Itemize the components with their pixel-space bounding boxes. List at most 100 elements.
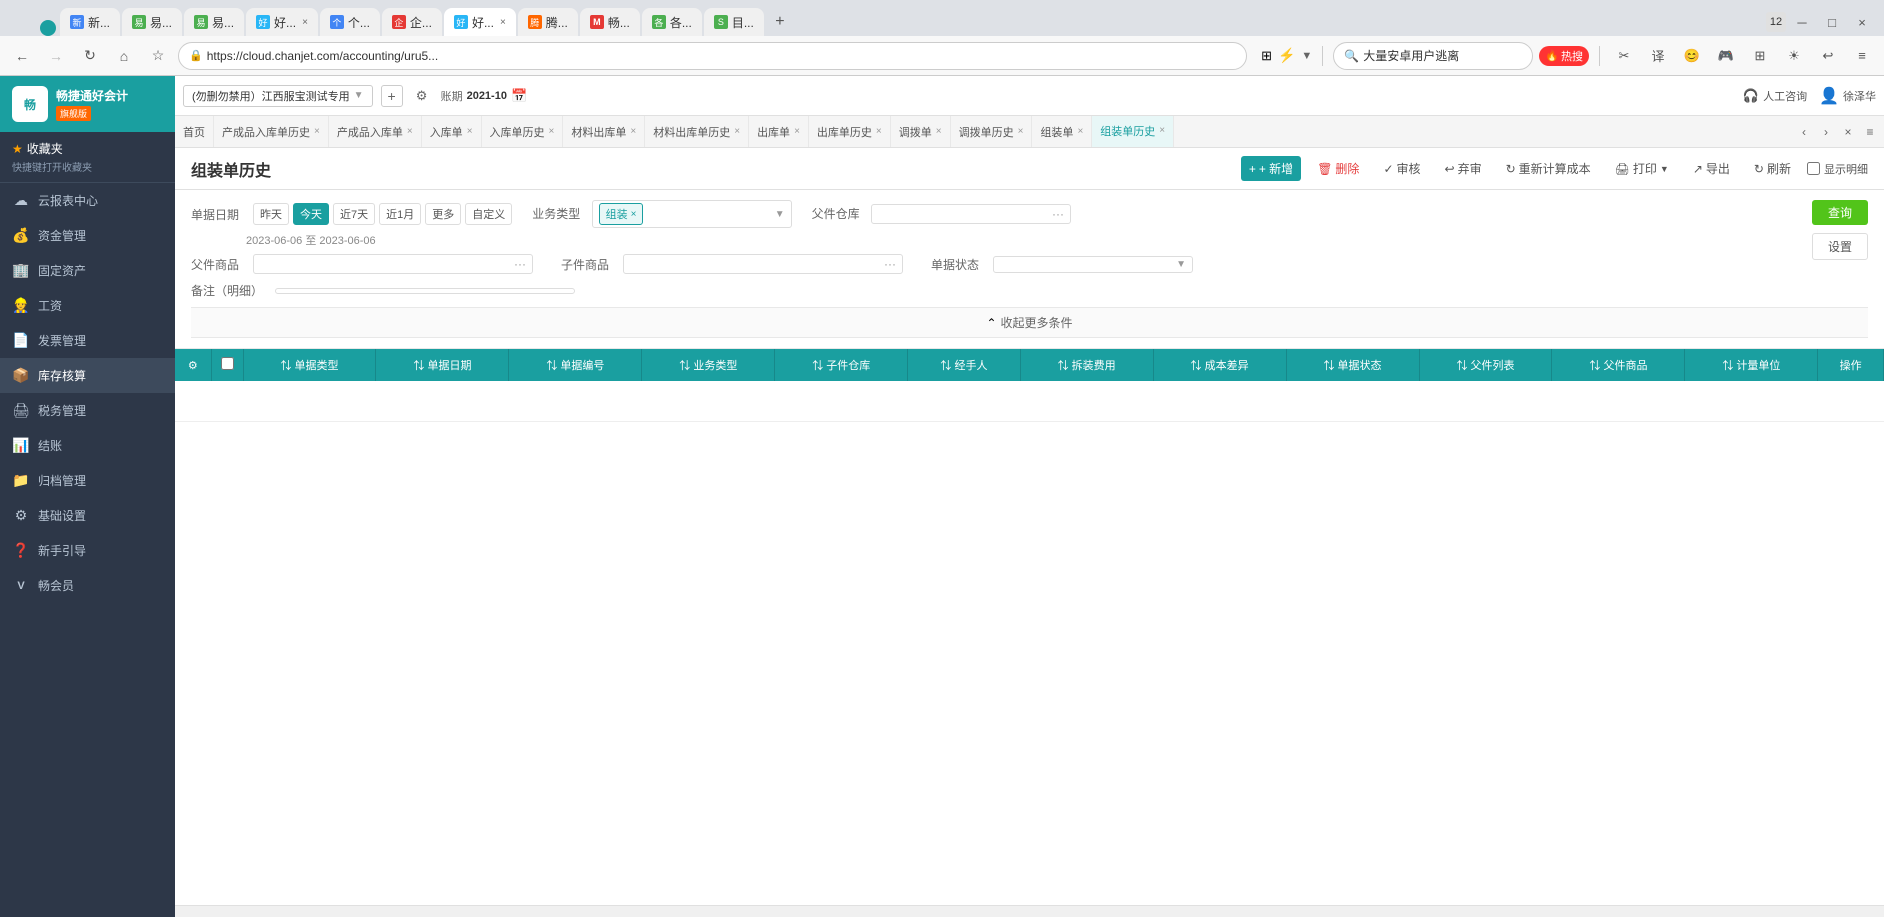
refresh-page-button[interactable]: ↻ 刷新 bbox=[1746, 156, 1799, 181]
tab-product-inbound[interactable]: 产成品入库单 × bbox=[329, 116, 422, 148]
tab-close-all[interactable]: × bbox=[1838, 122, 1858, 142]
th-child-warehouse[interactable]: ⇅ 子件仓库 bbox=[775, 349, 908, 381]
scissors-icon[interactable]: ✂ bbox=[1610, 42, 1638, 70]
add-button[interactable]: + + 新增 bbox=[1241, 156, 1301, 181]
tab-inbound[interactable]: 入库单 × bbox=[422, 116, 482, 148]
browser-tab-5[interactable]: 个 个... bbox=[320, 8, 380, 36]
abandon-button[interactable]: ↩ 弃审 bbox=[1437, 156, 1490, 181]
display-toggle-checkbox[interactable] bbox=[1807, 162, 1820, 175]
th-order-no[interactable]: ⇅ 单据编号 bbox=[509, 349, 642, 381]
business-type-dropdown-icon[interactable]: ▼ bbox=[775, 209, 785, 220]
tab-product-inbound-history[interactable]: 产成品入库单历史 × bbox=[214, 116, 329, 148]
sidebar-item-cloud-report[interactable]: ☁ 云报表中心 bbox=[0, 183, 175, 218]
sidebar-item-member[interactable]: V 畅会员 bbox=[0, 568, 175, 603]
th-checkbox[interactable] bbox=[211, 349, 243, 381]
tab-assembly-history[interactable]: 组装单历史 × bbox=[1092, 116, 1174, 148]
business-type-tag-close[interactable]: × bbox=[631, 209, 637, 220]
tab-close-material-outbound[interactable]: × bbox=[630, 126, 636, 137]
tab-outbound-history[interactable]: 出库单历史 × bbox=[809, 116, 891, 148]
sidebar-item-tax[interactable]: 🖨 税务管理 bbox=[0, 393, 175, 428]
menu-icon[interactable]: ≡ bbox=[1848, 42, 1876, 70]
browser-tab-1[interactable]: 新 新... bbox=[60, 8, 120, 36]
tab-close-assembly[interactable]: × bbox=[1077, 126, 1083, 137]
new-tab-button[interactable]: + bbox=[766, 8, 794, 36]
sidebar-item-closing[interactable]: 📊 结账 bbox=[0, 428, 175, 463]
tab-close-assembly-history[interactable]: × bbox=[1159, 125, 1165, 136]
th-order-status[interactable]: ⇅ 单据状态 bbox=[1286, 349, 1419, 381]
sidebar-item-fund[interactable]: 💰 资金管理 bbox=[0, 218, 175, 253]
browser-apps-button[interactable]: ⊞ bbox=[1261, 48, 1272, 64]
filter-settings-button[interactable]: 设置 bbox=[1812, 233, 1868, 260]
review-button[interactable]: ✓ 审核 bbox=[1375, 156, 1428, 181]
close-window-button[interactable]: × bbox=[1848, 8, 1876, 36]
forward-button[interactable]: → bbox=[42, 42, 70, 70]
grid-icon[interactable]: ⊞ bbox=[1746, 42, 1774, 70]
browser-tab-9[interactable]: M 畅... bbox=[580, 8, 640, 36]
browser-tab-2[interactable]: 易 易... bbox=[122, 8, 182, 36]
translate-icon[interactable]: 译 bbox=[1644, 42, 1672, 70]
address-bar[interactable]: 🔒 https://cloud.chanjet.com/accounting/u… bbox=[178, 42, 1247, 70]
dropdown-arrow[interactable]: ▼ bbox=[1301, 50, 1312, 62]
company-selector[interactable]: (勿删勿禁用）江西服宝测试专用 ▼ bbox=[183, 85, 373, 107]
th-order-type[interactable]: ⇅ 单据类型 bbox=[243, 349, 376, 381]
export-button[interactable]: ↗ 导出 bbox=[1685, 156, 1738, 181]
tab-assembly[interactable]: 组装单 × bbox=[1032, 116, 1092, 148]
sidebar-item-payroll[interactable]: 👷 工资 bbox=[0, 288, 175, 323]
undo-icon[interactable]: ↩ bbox=[1814, 42, 1842, 70]
date-btn-custom[interactable]: 自定义 bbox=[465, 203, 512, 225]
tab-close-outbound-history[interactable]: × bbox=[876, 126, 882, 137]
emoji-icon[interactable]: 😊 bbox=[1678, 42, 1706, 70]
parent-warehouse-more[interactable]: ··· bbox=[1052, 207, 1064, 221]
order-status-filter[interactable]: ▼ bbox=[993, 256, 1193, 273]
select-all-checkbox[interactable] bbox=[221, 357, 234, 370]
sidebar-collection[interactable]: ★ 收藏夹 快捷键打开收藏夹 bbox=[0, 132, 175, 183]
support-button[interactable]: 🎧 人工咨询 bbox=[1743, 88, 1807, 104]
bookmark-button[interactable]: ☆ bbox=[144, 42, 172, 70]
browser-tab-10[interactable]: 各 各... bbox=[642, 8, 702, 36]
minimize-button[interactable]: ─ bbox=[1788, 8, 1816, 36]
tab-close-inbound[interactable]: × bbox=[467, 126, 473, 137]
company-settings-icon[interactable]: ⚙ bbox=[411, 85, 433, 107]
game-icon[interactable]: 🎮 bbox=[1712, 42, 1740, 70]
sidebar-item-settings[interactable]: ⚙ 基础设置 bbox=[0, 498, 175, 533]
th-disassembly-fee[interactable]: ⇅ 拆装费用 bbox=[1020, 349, 1153, 381]
tab-close-material-outbound-history[interactable]: × bbox=[734, 126, 740, 137]
sidebar-item-fixed-assets[interactable]: 🏢 固定资产 bbox=[0, 253, 175, 288]
tab-close-product-inbound[interactable]: × bbox=[407, 126, 413, 137]
tab-material-outbound-history[interactable]: 材料出库单历史 × bbox=[645, 116, 749, 148]
date-btn-more[interactable]: 更多 bbox=[425, 203, 461, 225]
date-btn-yesterday[interactable]: 昨天 bbox=[253, 203, 289, 225]
delete-button[interactable]: 🗑 删除 bbox=[1309, 156, 1367, 181]
browser-tab-6[interactable]: 企 企... bbox=[382, 8, 442, 36]
th-parent-list[interactable]: ⇅ 父件列表 bbox=[1419, 349, 1552, 381]
sidebar-item-guide[interactable]: ❓ 新手引导 bbox=[0, 533, 175, 568]
child-goods-filter[interactable]: ··· bbox=[623, 254, 903, 274]
refresh-button[interactable]: ↻ bbox=[76, 42, 104, 70]
th-handler[interactable]: ⇅ 经手人 bbox=[908, 349, 1020, 381]
print-button[interactable]: 🖨 打印 ▼ bbox=[1607, 156, 1677, 181]
th-business-type[interactable]: ⇅ 业务类型 bbox=[642, 349, 775, 381]
sidebar-item-archive[interactable]: 📁 归档管理 bbox=[0, 463, 175, 498]
browser-tab-7[interactable]: 好 好... × bbox=[444, 8, 516, 36]
calendar-icon[interactable]: 📅 bbox=[511, 88, 527, 104]
parent-goods-more[interactable]: ··· bbox=[514, 257, 526, 271]
browser-tab-3[interactable]: 易 易... bbox=[184, 8, 244, 36]
user-info[interactable]: 👤 徐泽华 bbox=[1819, 86, 1876, 106]
tab-scroll-right[interactable]: › bbox=[1816, 122, 1836, 142]
home-button[interactable]: ⌂ bbox=[110, 42, 138, 70]
search-bar[interactable]: 🔍 大量安卓用户逃离 bbox=[1333, 42, 1533, 70]
sidebar-item-invoice[interactable]: 📄 发票管理 bbox=[0, 323, 175, 358]
date-btn-today[interactable]: 今天 bbox=[293, 203, 329, 225]
tab-material-outbound[interactable]: 材料出库单 × bbox=[563, 116, 645, 148]
remarks-filter[interactable] bbox=[275, 288, 575, 294]
add-company-button[interactable]: + bbox=[381, 85, 403, 107]
browser-tab-11[interactable]: S 目... bbox=[704, 8, 764, 36]
sidebar-item-inventory[interactable]: 📦 库存核算 bbox=[0, 358, 175, 393]
th-parent-goods[interactable]: ⇅ 父件商品 bbox=[1552, 349, 1685, 381]
tab-more-options[interactable]: ≡ bbox=[1860, 122, 1880, 142]
tab-close-product-inbound-history[interactable]: × bbox=[314, 126, 320, 137]
tab-close-outbound[interactable]: × bbox=[794, 126, 800, 137]
th-unit[interactable]: ⇅ 计量单位 bbox=[1685, 349, 1818, 381]
search-button[interactable]: 查询 bbox=[1812, 200, 1868, 225]
tab-outbound[interactable]: 出库单 × bbox=[749, 116, 809, 148]
